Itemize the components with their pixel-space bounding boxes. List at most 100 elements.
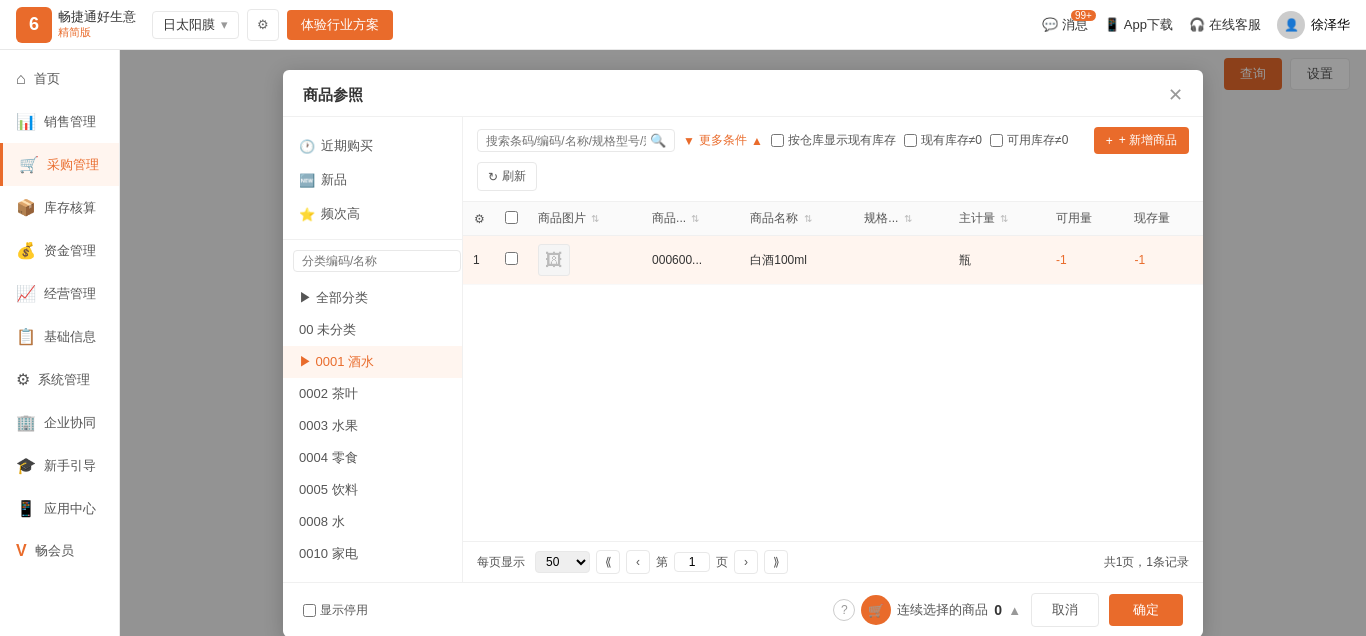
cat-item-snack[interactable]: 0004 零食: [283, 442, 462, 474]
refresh-button[interactable]: ↻ 刷新: [477, 162, 537, 191]
star-icon: ⭐: [299, 207, 315, 222]
per-page-select[interactable]: 50 10 20 100: [535, 551, 590, 573]
new-icon: 🆕: [299, 173, 315, 188]
cat-item-beverage[interactable]: 0005 饮料: [283, 474, 462, 506]
add-product-button[interactable]: + + 新增商品: [1094, 127, 1189, 154]
th-settings[interactable]: ⚙: [463, 202, 495, 236]
right-panel: 🔍 ▼ 更多条件 ▲ 按仓库显示现有库存: [463, 117, 1203, 582]
sort-icon-image[interactable]: ⇅: [591, 213, 599, 224]
sidebar-item-appcenter[interactable]: 📱 应用中心: [0, 487, 119, 530]
left-panel-divider: [283, 239, 462, 240]
uncat-label: 00 未分类: [299, 322, 356, 337]
cat-item-liquor[interactable]: ▶ 0001 酒水: [283, 346, 462, 378]
frequent-nav[interactable]: ⭐ 频次高: [283, 197, 462, 231]
message-icon: 💬: [1042, 17, 1058, 32]
app-download-button[interactable]: 📱 App下载: [1104, 16, 1173, 34]
sidebar-item-management[interactable]: 📈 经营管理: [0, 272, 119, 315]
th-checkbox[interactable]: [495, 202, 528, 236]
show-disabled-checkbox[interactable]: 显示停用: [303, 602, 368, 619]
cat-item-water[interactable]: 0008 水: [283, 506, 462, 538]
sort-icon-spec[interactable]: ⇅: [904, 213, 912, 224]
cart-label: 连续选择的商品: [897, 601, 988, 619]
row-spec-cell: [854, 236, 948, 285]
water-label: 0008 水: [299, 514, 345, 529]
warehouse-stock-check[interactable]: [771, 134, 784, 147]
filter-icon: ▼: [683, 134, 695, 148]
select-all-checkbox[interactable]: [505, 211, 518, 224]
cat-item-fruit[interactable]: 0003 水果: [283, 410, 462, 442]
sidebar-item-guide[interactable]: 🎓 新手引导: [0, 444, 119, 487]
trial-button[interactable]: 体验行业方案: [287, 10, 393, 40]
sidebar-item-basicinfo[interactable]: 📋 基础信息: [0, 315, 119, 358]
tea-label: 0002 茶叶: [299, 386, 358, 401]
has-stock-checkbox[interactable]: 现有库存≠0: [904, 132, 982, 149]
page-text: 第: [656, 554, 668, 571]
dialog-overlay: 商品参照 ✕ 🕐 近期购买 🆕: [120, 50, 1366, 636]
cart-area: ? 🛒 连续选择的商品 0 ▲: [833, 595, 1021, 625]
th-stock: 现存量: [1124, 202, 1203, 236]
dialog-header: 商品参照 ✕: [283, 70, 1203, 117]
online-service-button[interactable]: 🎧 在线客服: [1189, 16, 1261, 34]
cat-item-uncat[interactable]: 00 未分类: [283, 314, 462, 346]
gear-button[interactable]: ⚙: [247, 9, 279, 41]
cart-collapse-button[interactable]: ▲: [1008, 603, 1021, 618]
sidebar-item-finance[interactable]: 💰 资金管理: [0, 229, 119, 272]
sidebar-item-home[interactable]: ⌂ 首页: [0, 58, 119, 100]
table-row[interactable]: 1 🖼 000600...: [463, 236, 1203, 285]
cart-icon[interactable]: 🛒: [861, 595, 891, 625]
available-stock-checkbox[interactable]: 可用库存≠0: [990, 132, 1068, 149]
next-page-button[interactable]: ›: [734, 550, 758, 574]
show-disabled-check[interactable]: [303, 604, 316, 617]
th-spec: 规格... ⇅: [854, 202, 948, 236]
warehouse-stock-checkbox[interactable]: 按仓库显示现有库存: [771, 132, 896, 149]
filter-arrow-up: ▲: [751, 134, 763, 148]
message-badge: 99+: [1071, 10, 1096, 21]
recent-purchase-nav[interactable]: 🕐 近期购买: [283, 129, 462, 163]
cancel-button[interactable]: 取消: [1031, 593, 1099, 627]
per-page-label: 每页显示: [477, 554, 525, 571]
available-stock-check[interactable]: [990, 134, 1003, 147]
dialog-close-button[interactable]: ✕: [1168, 84, 1183, 106]
dialog-title: 商品参照: [303, 86, 363, 105]
row-available-cell: -1: [1046, 236, 1125, 285]
dialog-footer: 显示停用 ? 🛒 连续选择的商品 0 ▲ 取消 确定: [283, 582, 1203, 636]
sidebar-item-purchase[interactable]: 🛒 采购管理: [0, 143, 119, 186]
product-search-input[interactable]: [486, 134, 646, 148]
row-name-cell: 白酒100ml: [740, 236, 854, 285]
sort-icon-unit[interactable]: ⇅: [1000, 213, 1008, 224]
page-number-input[interactable]: [674, 552, 710, 572]
store-selector[interactable]: 日太阳膜 ▾: [152, 11, 239, 39]
confirm-button[interactable]: 确定: [1109, 594, 1183, 626]
user-menu[interactable]: 👤 徐泽华: [1277, 11, 1350, 39]
frequent-label: 频次高: [321, 205, 360, 223]
sidebar-label-member: 畅会员: [35, 542, 74, 560]
th-name: 商品名称 ⇅: [740, 202, 854, 236]
main-content: 查询 设置 商品参照 ✕ 🕐 近期购买: [120, 50, 1366, 636]
cat-item-tea[interactable]: 0002 茶叶: [283, 378, 462, 410]
last-page-button[interactable]: ⟫: [764, 550, 788, 574]
sidebar-item-sales[interactable]: 📊 销售管理: [0, 100, 119, 143]
appliance-label: 0010 家电: [299, 546, 358, 561]
sort-icon-code[interactable]: ⇅: [691, 213, 699, 224]
row-checkbox[interactable]: [505, 252, 518, 265]
sidebar-label-basicinfo: 基础信息: [44, 328, 96, 346]
first-page-button[interactable]: ⟪: [596, 550, 620, 574]
cat-item-appliance[interactable]: 0010 家电: [283, 538, 462, 570]
store-name: 日太阳膜: [163, 16, 215, 34]
filter-more-button[interactable]: ▼ 更多条件 ▲: [683, 132, 763, 149]
cat-item-all[interactable]: ▶ 全部分类: [283, 282, 462, 314]
sidebar-item-system[interactable]: ⚙ 系统管理: [0, 358, 119, 401]
sidebar-label-system: 系统管理: [38, 371, 90, 389]
messages-button[interactable]: 💬 消息 99+: [1042, 16, 1088, 34]
sort-icon-name[interactable]: ⇅: [804, 213, 812, 224]
category-search-input[interactable]: [293, 250, 461, 272]
prev-page-button[interactable]: ‹: [626, 550, 650, 574]
sidebar-item-member[interactable]: V 畅会员: [0, 530, 119, 572]
row-checkbox-cell[interactable]: [495, 236, 528, 285]
new-product-nav[interactable]: 🆕 新品: [283, 163, 462, 197]
sidebar-label-enterprise: 企业协同: [44, 414, 96, 432]
sidebar-item-enterprise[interactable]: 🏢 企业协同: [0, 401, 119, 444]
sidebar-item-inventory[interactable]: 📦 库存核算: [0, 186, 119, 229]
has-stock-check[interactable]: [904, 134, 917, 147]
help-icon[interactable]: ?: [833, 599, 855, 621]
